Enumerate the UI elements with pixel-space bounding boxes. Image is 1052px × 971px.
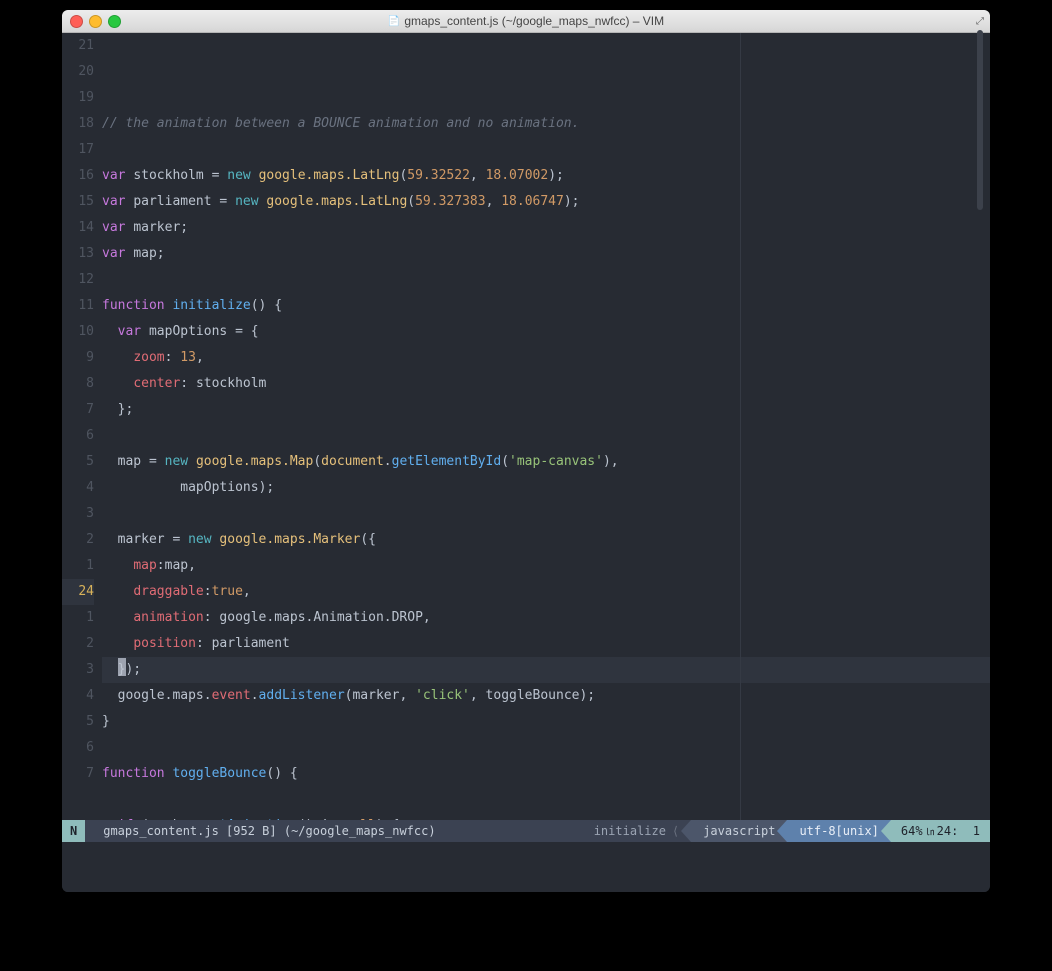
zoom-icon[interactable]	[108, 15, 121, 28]
code-line[interactable]: };	[102, 397, 990, 423]
terminal-window: 📄 gmaps_content.js (~/google_maps_nwfcc)…	[62, 10, 990, 892]
code-line[interactable]	[102, 267, 990, 293]
minimize-icon[interactable]	[89, 15, 102, 28]
code-line[interactable]: function initialize() {	[102, 293, 990, 319]
titlebar[interactable]: 📄 gmaps_content.js (~/google_maps_nwfcc)…	[62, 10, 990, 33]
code-line[interactable]: });	[102, 657, 990, 683]
code-line[interactable]: function toggleBounce() {	[102, 761, 990, 787]
code-line[interactable]: animation: google.maps.Animation.DROP,	[102, 605, 990, 631]
code-line[interactable]: var marker;	[102, 215, 990, 241]
code-line[interactable]: var stockholm = new google.maps.LatLng(5…	[102, 163, 990, 189]
code-line[interactable]: marker = new google.maps.Marker({	[102, 527, 990, 553]
code-line[interactable]: var parliament = new google.maps.LatLng(…	[102, 189, 990, 215]
code-line[interactable]: // the animation between a BOUNCE animat…	[102, 111, 990, 137]
position-segment: 64% ㏑ 24: 1	[891, 820, 990, 842]
code-line[interactable]: map:map,	[102, 553, 990, 579]
code-line[interactable]	[102, 137, 990, 163]
code-line[interactable]: var map;	[102, 241, 990, 267]
line-number-gutter: 2120191817161514131211109876543212412345…	[62, 33, 100, 820]
code-line[interactable]: center: stockholm	[102, 371, 990, 397]
line-col-glyph: ㏑	[926, 825, 934, 838]
scrollbar[interactable]	[977, 30, 983, 210]
code-line[interactable]	[102, 423, 990, 449]
statusline: N gmaps_content.js [952 B] (~/google_map…	[62, 820, 990, 842]
code-area[interactable]: // the animation between a BOUNCE animat…	[100, 33, 990, 820]
file-icon: 📄	[388, 16, 400, 27]
code-line[interactable]: }	[102, 709, 990, 735]
code-line[interactable]: zoom: 13,	[102, 345, 990, 371]
filetype-segment: javascript	[691, 820, 787, 842]
color-column	[740, 33, 741, 820]
code-line[interactable]: google.maps.event.addListener(marker, 'c…	[102, 683, 990, 709]
editor[interactable]: 2120191817161514131211109876543212412345…	[62, 33, 990, 820]
maximize-icon[interactable]: ⤢	[976, 16, 984, 27]
bottom-padding	[62, 842, 990, 892]
code-line[interactable]: map = new google.maps.Map(document.getEl…	[102, 449, 990, 475]
code-line[interactable]	[102, 735, 990, 761]
code-line[interactable]: mapOptions);	[102, 475, 990, 501]
code-line[interactable]	[102, 501, 990, 527]
code-line[interactable]: var mapOptions = {	[102, 319, 990, 345]
code-line[interactable]: draggable:true,	[102, 579, 990, 605]
file-segment: gmaps_content.js [952 B] (~/google_maps_…	[85, 820, 445, 842]
function-segment: initialize⟨javascript	[584, 820, 691, 842]
encoding-segment: utf-8[unix]	[787, 820, 890, 842]
code-line[interactable]: if (marker.getAnimation() != null) {	[102, 813, 990, 820]
window-title: gmaps_content.js (~/google_maps_nwfcc) –…	[404, 14, 664, 28]
code-line[interactable]	[102, 787, 990, 813]
mode-indicator: N	[62, 820, 85, 842]
traffic-lights	[70, 15, 121, 28]
code-line[interactable]: position: parliament	[102, 631, 990, 657]
close-icon[interactable]	[70, 15, 83, 28]
